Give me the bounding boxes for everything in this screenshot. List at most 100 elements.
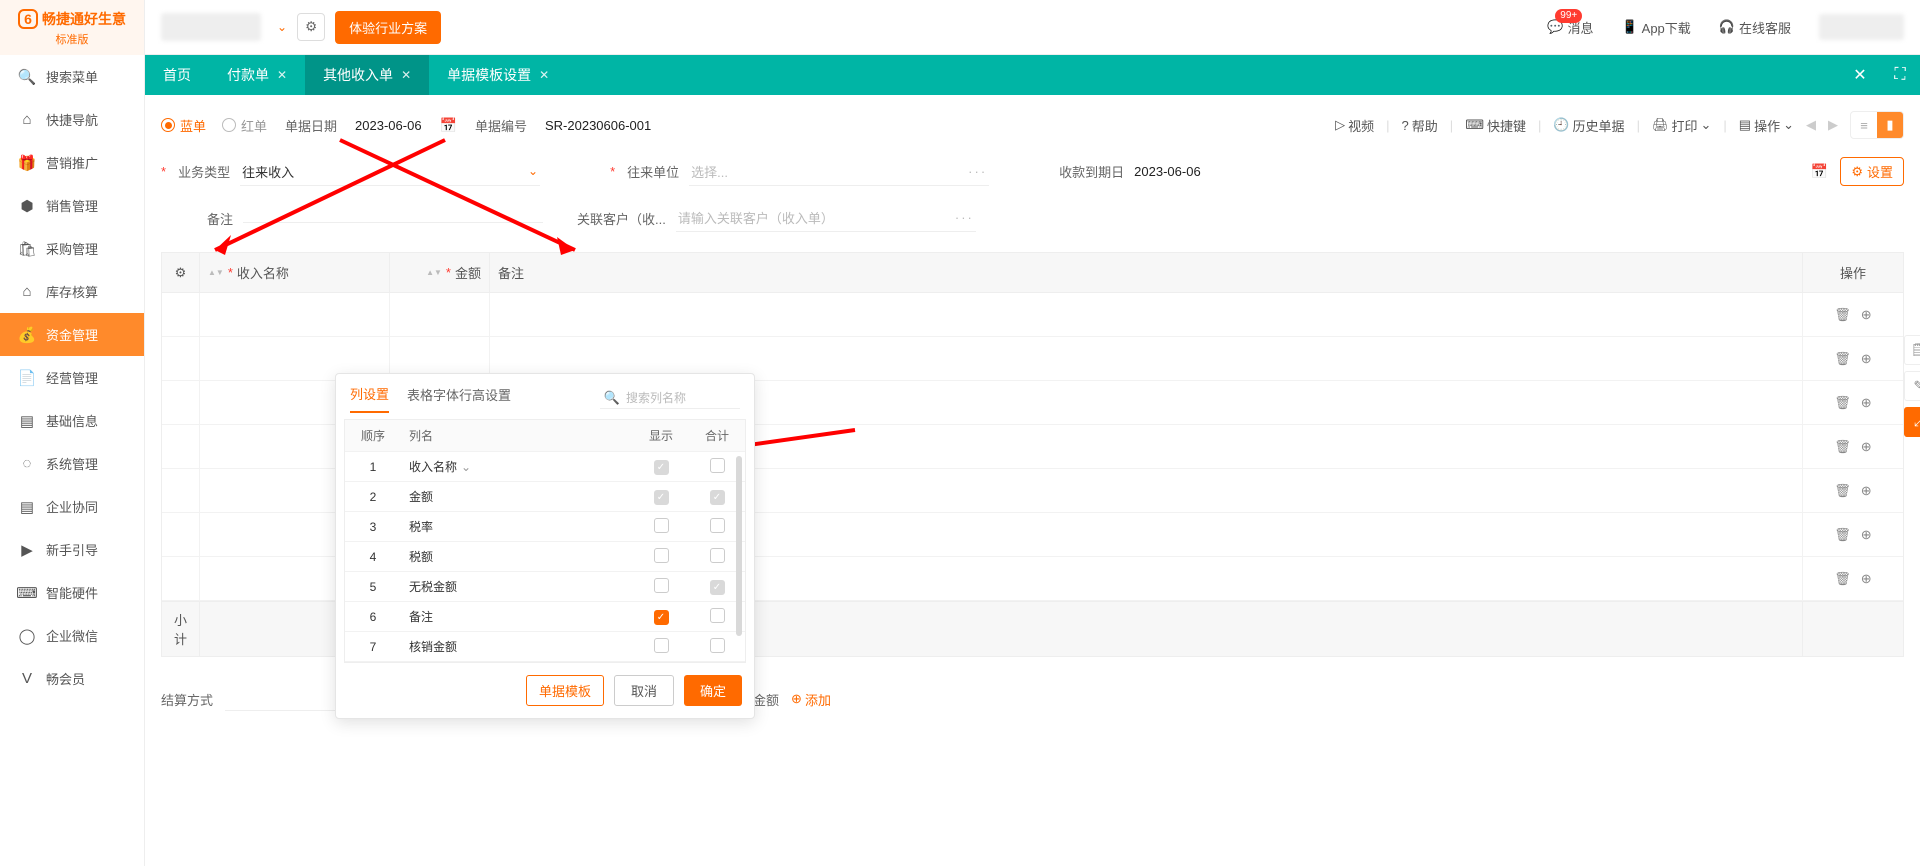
doc-date-value[interactable]: 2023-06-06: [355, 118, 422, 133]
chevron-down-icon[interactable]: ⌄: [461, 460, 471, 474]
tab-close-icon[interactable]: ✕: [401, 68, 411, 82]
sidebar-item-7[interactable]: 📄经营管理: [0, 356, 144, 399]
row-add-icon[interactable]: ⊕: [1861, 483, 1872, 499]
sidebar-item-9[interactable]: ◌系统管理: [0, 442, 144, 485]
row-delete-icon[interactable]: 🗑: [1834, 483, 1851, 499]
operate-link[interactable]: ▤ 操作 ⌄: [1739, 116, 1794, 135]
checkbox-icon[interactable]: [654, 638, 669, 653]
popover-tab-columns[interactable]: 列设置: [350, 384, 389, 413]
table-row[interactable]: 🗑 ⊕: [162, 293, 1903, 337]
calendar-icon[interactable]: 📅: [1811, 163, 1828, 180]
row-delete-icon[interactable]: 🗑: [1834, 351, 1851, 367]
tab-fullscreen-icon[interactable]: ⛶: [1880, 55, 1920, 95]
radio-blue[interactable]: 蓝单: [161, 116, 206, 135]
view-list-icon[interactable]: ≡: [1851, 112, 1877, 138]
row-delete-icon[interactable]: 🗑: [1834, 439, 1851, 455]
popover-search[interactable]: 🔍: [600, 388, 740, 409]
checkbox-icon[interactable]: ✓: [654, 610, 669, 625]
history-link[interactable]: 🕘 历史单据: [1553, 116, 1624, 135]
checkbox-icon[interactable]: ✓: [654, 490, 669, 505]
sidebar-item-3[interactable]: ⬢销售管理: [0, 184, 144, 227]
sidebar-item-10[interactable]: ▤企业协同: [0, 485, 144, 528]
checkbox-icon[interactable]: [710, 458, 725, 473]
video-link[interactable]: ▷ 视频: [1335, 116, 1374, 135]
view-form-icon[interactable]: ▮: [1877, 112, 1903, 138]
row-add-icon[interactable]: ⊕: [1861, 527, 1872, 543]
tab-0[interactable]: 首页: [145, 55, 209, 95]
tab-3[interactable]: 单据模板设置✕: [429, 55, 567, 95]
settings-gear-button[interactable]: ⚙: [297, 13, 325, 41]
form-settings-button[interactable]: ⚙ 设置: [1840, 157, 1904, 186]
remark-input[interactable]: [243, 214, 543, 223]
row-add-icon[interactable]: ⊕: [1861, 439, 1872, 455]
checkbox-icon[interactable]: [710, 638, 725, 653]
sidebar-item-4[interactable]: 🛍采购管理: [0, 227, 144, 270]
row-add-icon[interactable]: ⊕: [1861, 351, 1872, 367]
row-delete-icon[interactable]: 🗑: [1834, 395, 1851, 411]
app-download-link[interactable]: 📱 App下载: [1621, 18, 1690, 37]
print-link[interactable]: 🖨 打印 ⌄: [1652, 116, 1711, 135]
company-dropdown-icon[interactable]: ⌄: [277, 20, 287, 34]
tab-1[interactable]: 付款单✕: [209, 55, 305, 95]
messages-link[interactable]: 💬 消息 99+: [1547, 18, 1593, 37]
grid-column-settings-button[interactable]: ⚙: [162, 253, 200, 292]
checkbox-icon[interactable]: [710, 518, 725, 533]
row-delete-icon[interactable]: 🗑: [1834, 571, 1851, 587]
radio-red[interactable]: 红单: [222, 116, 267, 135]
float-edit-icon[interactable]: ✎: [1904, 371, 1920, 401]
float-expand-icon[interactable]: ⤢: [1904, 407, 1920, 437]
online-service-link[interactable]: 🎧 在线客服: [1719, 18, 1791, 37]
popover-confirm-button[interactable]: 确定: [684, 675, 742, 706]
col-header-amount[interactable]: ▲▼ *金额: [390, 253, 490, 292]
sidebar-item-0[interactable]: 🔍搜索菜单: [0, 55, 144, 98]
tab-close-icon[interactable]: ✕: [539, 68, 549, 82]
cell-remark[interactable]: [490, 293, 1803, 336]
popover-cancel-button[interactable]: 取消: [614, 675, 674, 706]
col-header-remark[interactable]: 备注: [490, 253, 1803, 292]
row-delete-icon[interactable]: 🗑: [1834, 307, 1851, 323]
sidebar-item-12[interactable]: ⌨智能硬件: [0, 571, 144, 614]
sidebar-item-8[interactable]: ▤基础信息: [0, 399, 144, 442]
sidebar-item-14[interactable]: V畅会员: [0, 657, 144, 700]
shortcut-link[interactable]: ⌨ 快捷键: [1465, 116, 1526, 135]
checkbox-icon[interactable]: ✓: [654, 460, 669, 475]
receive-due-value[interactable]: 2023-06-06: [1134, 164, 1201, 179]
popover-tab-font[interactable]: 表格字体行高设置: [407, 385, 511, 412]
checkbox-icon[interactable]: ✓: [710, 580, 725, 595]
help-link[interactable]: ? 帮助: [1402, 116, 1438, 135]
row-add-icon[interactable]: ⊕: [1861, 395, 1872, 411]
sidebar-item-6[interactable]: 💰资金管理: [0, 313, 144, 356]
popover-search-input[interactable]: [626, 391, 736, 405]
sidebar-item-11[interactable]: ▶新手引导: [0, 528, 144, 571]
row-add-icon[interactable]: ⊕: [1861, 307, 1872, 323]
checkbox-icon[interactable]: [710, 608, 725, 623]
col-header-income-name[interactable]: ▲▼ *收入名称: [200, 253, 390, 292]
sidebar-item-1[interactable]: ⌂快捷导航: [0, 98, 144, 141]
checkbox-icon[interactable]: [710, 548, 725, 563]
calendar-icon[interactable]: 📅: [440, 117, 457, 134]
float-note-icon[interactable]: 🗒: [1904, 335, 1920, 365]
popover-template-button[interactable]: 单据模板: [526, 675, 604, 706]
sidebar-item-5[interactable]: ⌂库存核算: [0, 270, 144, 313]
partner-select[interactable]: 选择... ···: [689, 158, 989, 186]
cell-name[interactable]: [200, 293, 390, 336]
row-delete-icon[interactable]: 🗑: [1834, 527, 1851, 543]
cell-amount[interactable]: [390, 293, 490, 336]
related-customer-input[interactable]: 请输入关联客户（收入单） ···: [676, 204, 976, 232]
tab-close-icon[interactable]: ✕: [277, 68, 287, 82]
tab-close-all-icon[interactable]: ✕: [1840, 55, 1880, 95]
industry-plan-button[interactable]: 体验行业方案: [335, 11, 441, 44]
add-settlement-button[interactable]: ⊕ 添加: [791, 690, 831, 709]
sidebar-item-2[interactable]: 🎁营销推广: [0, 141, 144, 184]
checkbox-icon[interactable]: [654, 518, 669, 533]
prev-doc-icon[interactable]: ◀: [1806, 117, 1816, 133]
row-add-icon[interactable]: ⊕: [1861, 571, 1872, 587]
next-doc-icon[interactable]: ▶: [1828, 117, 1838, 133]
tab-2[interactable]: 其他收入单✕: [305, 55, 429, 95]
checkbox-icon[interactable]: [654, 578, 669, 593]
checkbox-icon[interactable]: ✓: [710, 490, 725, 505]
sidebar-item-13[interactable]: ◯企业微信: [0, 614, 144, 657]
checkbox-icon[interactable]: [654, 548, 669, 563]
biz-type-select[interactable]: 往来收入 ⌄: [240, 158, 540, 186]
popover-scrollbar[interactable]: [736, 456, 742, 636]
